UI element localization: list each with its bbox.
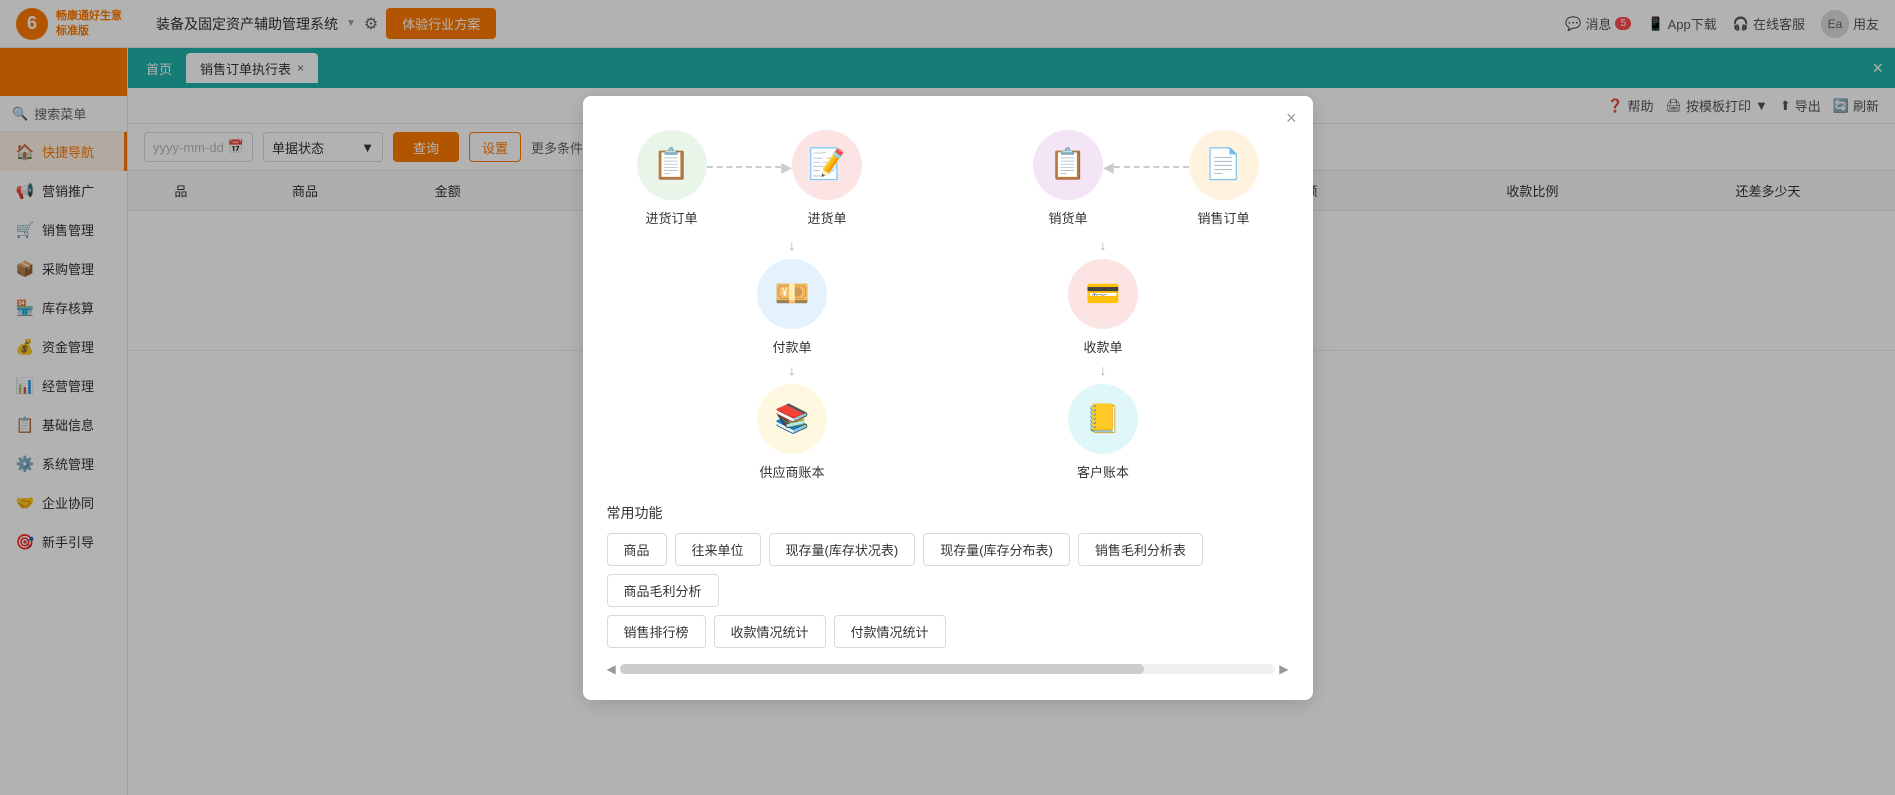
sale-order-circle: 📄: [1189, 130, 1259, 200]
func-btn-sales-rank[interactable]: 销售排行榜: [607, 615, 706, 648]
func-buttons-row2: 销售排行榜 收款情况统计 付款情况统计: [607, 615, 1289, 648]
func-btn-collection-stats[interactable]: 收款情况统计: [714, 615, 826, 648]
func-btn-product-profit[interactable]: 商品毛利分析: [607, 574, 719, 607]
payment-bill-circle: 💴: [757, 259, 827, 329]
scroll-right-icon[interactable]: ▶: [1279, 662, 1288, 676]
sale-bill-item: 📋 销货单: [1033, 130, 1103, 227]
receipt-bill-label: 收款单: [1083, 337, 1122, 356]
receipt-bill-item: 💳 收款单: [1068, 259, 1138, 356]
scroll-thumb: [620, 664, 1144, 674]
func-btn-sales-profit[interactable]: 销售毛利分析表: [1078, 533, 1203, 566]
modal: × 📋 进货订单 ▶ �: [583, 96, 1313, 700]
down-arrow-receipt: ↓: [1051, 362, 1155, 378]
modal-overlay[interactable]: × 📋 进货订单 ▶ �: [0, 0, 1895, 795]
down-arrow-purchase: ↓: [740, 237, 844, 253]
func-buttons-row1: 商品 往来单位 现存量(库存状况表) 现存量(库存分布表) 销售毛利分析表 商品…: [607, 533, 1289, 607]
purchase-order-label: 进货订单: [645, 208, 697, 227]
common-functions: 常用功能 商品 往来单位 现存量(库存状况表) 现存量(库存分布表) 销售毛利分…: [607, 487, 1289, 648]
scroll-left-icon[interactable]: ◀: [607, 662, 616, 676]
payment-bill-label: 付款单: [772, 337, 811, 356]
func-btn-contacts[interactable]: 往来单位: [675, 533, 761, 566]
purchase-order-item: 📋 进货订单: [637, 130, 707, 227]
func-btn-payment-stats[interactable]: 付款情况统计: [834, 615, 946, 648]
func-btn-product[interactable]: 商品: [607, 533, 667, 566]
sale-order-item: 📄 销售订单: [1189, 130, 1259, 227]
arrow-sale-to-saleorder: ◀: [1103, 159, 1189, 176]
func-btn-stock-dist[interactable]: 现存量(库存分布表): [923, 533, 1070, 566]
modal-close-button[interactable]: ×: [1286, 108, 1297, 129]
down-arrow-payment: ↓: [740, 362, 844, 378]
sale-bill-circle: 📋: [1033, 130, 1103, 200]
supplier-ledger-item: 📚 供应商账本: [757, 384, 827, 481]
arrow-purchase-to-purchasebill: ▶: [707, 159, 793, 176]
customer-ledger-item: 📒 客户账本: [1068, 384, 1138, 481]
payment-bill-item: 💴 付款单: [757, 259, 827, 356]
supplier-ledger-label: 供应商账本: [759, 462, 824, 481]
purchase-bill-item: 📝 进货单: [792, 130, 862, 227]
receipt-bill-circle: 💳: [1068, 259, 1138, 329]
down-arrow-sale: ↓: [1051, 237, 1155, 253]
purchase-bill-label: 进货单: [807, 208, 846, 227]
func-btn-stock-status[interactable]: 现存量(库存状况表): [769, 533, 916, 566]
workflow-diagram: 📋 进货订单 ▶ 📝 进货单: [607, 120, 1289, 487]
customer-ledger-label: 客户账本: [1077, 462, 1129, 481]
customer-ledger-circle: 📒: [1068, 384, 1138, 454]
sale-order-label: 销售订单: [1197, 208, 1249, 227]
sale-bill-label: 销货单: [1048, 208, 1087, 227]
scroll-track[interactable]: [620, 664, 1276, 674]
purchase-bill-circle: 📝: [792, 130, 862, 200]
common-funcs-title: 常用功能: [607, 503, 1289, 523]
modal-scroll-row: ◀ ▶: [607, 662, 1289, 676]
supplier-ledger-circle: 📚: [757, 384, 827, 454]
purchase-order-circle: 📋: [637, 130, 707, 200]
